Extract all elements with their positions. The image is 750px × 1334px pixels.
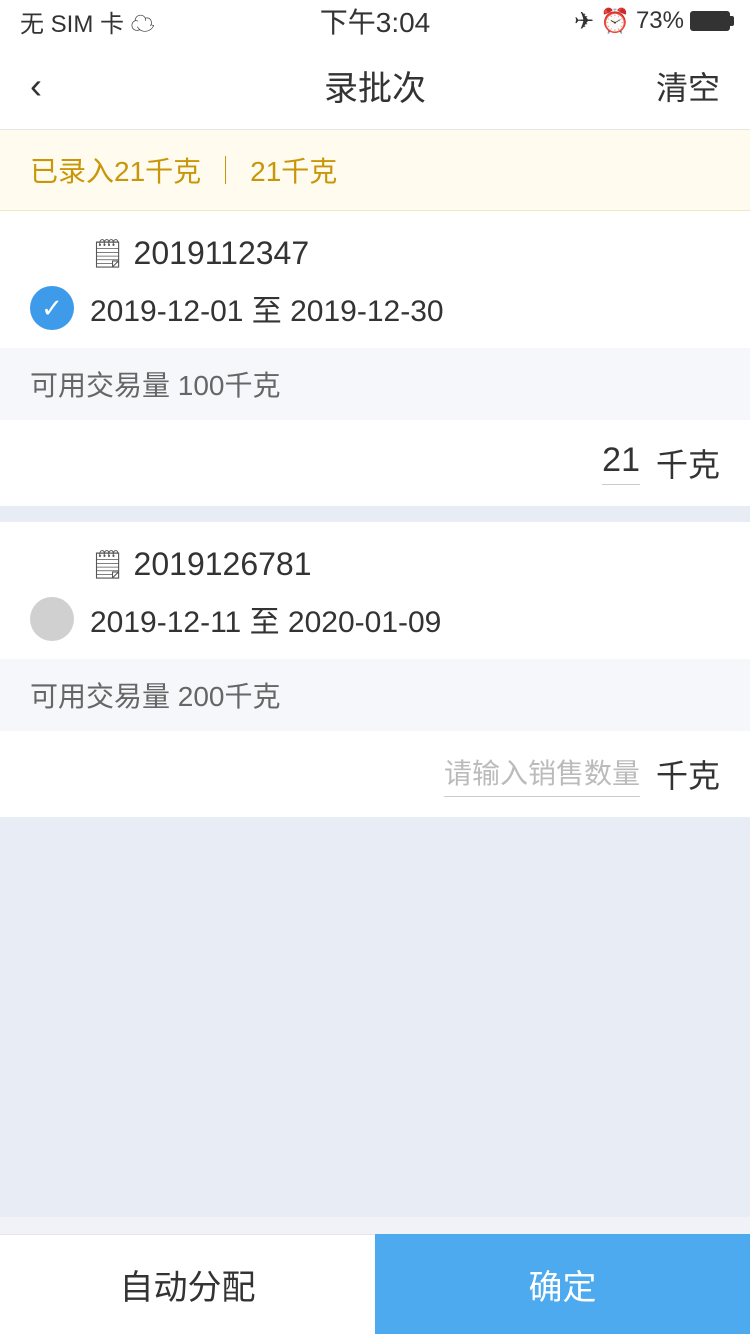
- batch-date-1: 2019-12-01 至 2019-12-30: [90, 286, 444, 330]
- qty-underline-2: 请输入销售数量: [444, 752, 640, 797]
- summary-value: 21千克: [250, 150, 337, 190]
- confirm-button[interactable]: 确定: [375, 1234, 750, 1334]
- content-area: 🗒 2019112347 ✓ 2019-12-01 至 2019-12-30 可…: [0, 211, 750, 1317]
- available-label-2: 可用交易量 200千克: [30, 681, 281, 712]
- available-row-1: 可用交易量 100千克: [0, 348, 750, 420]
- status-bar: 无 SIM 卡 ☁ 下午3:04 ✈ ⏰ 73%: [0, 0, 750, 42]
- batch-id-2: 2019126781: [134, 546, 312, 583]
- clear-button[interactable]: 清空: [656, 63, 720, 109]
- status-time: 下午3:04: [320, 1, 431, 41]
- batch-date-2: 2019-12-11 至 2020-01-09: [90, 597, 441, 641]
- qty-row-2: 请输入销售数量 千克: [0, 731, 750, 817]
- location-icon: ✈: [574, 7, 594, 36]
- summary-divider: [225, 156, 226, 184]
- clock-icon: ⏰: [600, 7, 630, 36]
- bottom-actions: 自动分配 确定: [0, 1234, 750, 1334]
- batch-item-2: 🗒 2019126781 2019-12-11 至 2020-01-09 可用交…: [0, 522, 750, 817]
- battery-icon: [690, 11, 730, 31]
- auto-distribute-button[interactable]: 自动分配: [0, 1234, 375, 1334]
- batch-date-row-1: ✓ 2019-12-01 至 2019-12-30: [30, 286, 720, 330]
- qty-unit-1: 千克: [656, 440, 720, 486]
- qty-unit-2: 千克: [656, 751, 720, 797]
- sim-label: 无 SIM 卡 ☁: [20, 4, 155, 39]
- batch-doc-icon-1: 🗒: [90, 237, 126, 270]
- radio-btn-1[interactable]: ✓: [30, 286, 74, 330]
- empty-area: [0, 817, 750, 1217]
- available-row-2: 可用交易量 200千克: [0, 659, 750, 731]
- checkmark-icon-1: ✓: [41, 293, 63, 324]
- battery-percent: 73%: [636, 7, 684, 35]
- page-title: 录批次: [324, 61, 426, 110]
- status-right: ✈ ⏰ 73%: [574, 7, 730, 36]
- available-label-1: 可用交易量 100千克: [30, 370, 281, 401]
- batch-date-row-2: 2019-12-11 至 2020-01-09: [30, 597, 720, 641]
- qty-row-1: 21 千克: [0, 420, 750, 506]
- batch-id-row-2: 🗒 2019126781: [90, 546, 720, 583]
- back-button[interactable]: ‹: [30, 65, 42, 107]
- nav-bar: ‹ 录批次 清空: [0, 42, 750, 130]
- summary-bar: 已录入21千克 21千克: [0, 130, 750, 211]
- batch-id-row-1: 🗒 2019112347: [90, 235, 720, 272]
- summary-recorded-label: 已录入21千克: [30, 150, 201, 190]
- qty-input-1[interactable]: 21: [602, 441, 640, 479]
- qty-underline-1: 21: [602, 441, 640, 485]
- batch-item-1: 🗒 2019112347 ✓ 2019-12-01 至 2019-12-30 可…: [0, 211, 750, 506]
- radio-btn-2[interactable]: [30, 597, 74, 641]
- status-left: 无 SIM 卡 ☁: [20, 4, 155, 39]
- batch-doc-icon-2: 🗒: [90, 548, 126, 581]
- section-separator: [0, 506, 750, 522]
- batch-id-1: 2019112347: [134, 235, 310, 272]
- qty-placeholder-2: 请输入销售数量: [444, 758, 640, 789]
